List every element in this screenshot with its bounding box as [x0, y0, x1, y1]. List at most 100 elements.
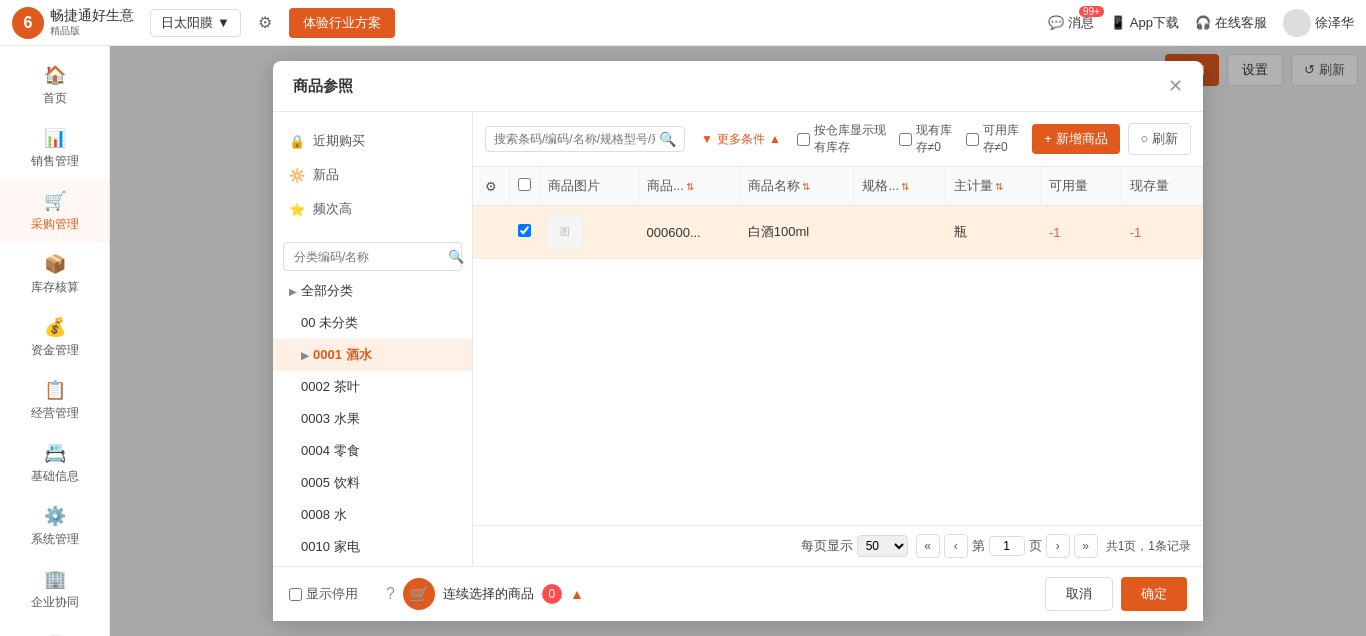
sidebar-item-inventory[interactable]: 📦 库存核算 [0, 243, 109, 306]
sidebar-item-purchase[interactable]: 🛒 采购管理 [0, 180, 109, 243]
sidebar-item-finance[interactable]: 💰 资金管理 [0, 306, 109, 369]
product-search-input[interactable] [494, 132, 655, 146]
next-page-btn[interactable]: › [1046, 534, 1070, 558]
sort-icon-spec: ⇅ [901, 181, 909, 192]
confirm-btn[interactable]: 确定 [1121, 577, 1187, 611]
first-page-btn[interactable]: « [916, 534, 940, 558]
category-appliance[interactable]: 0010 家电 [273, 531, 472, 563]
row-image: 图 [539, 206, 639, 259]
category-all-label: 全部分类 [301, 282, 353, 300]
online-service-btn[interactable]: 🎧 在线客服 [1195, 14, 1267, 32]
th-available[interactable]: 可用量 [1041, 167, 1122, 206]
prev-page-btn[interactable]: ‹ [944, 534, 968, 558]
basic-icon: 📇 [44, 442, 66, 464]
page-size-dropdown[interactable]: 50 10 20 100 [857, 535, 908, 557]
last-page-btn[interactable]: » [1074, 534, 1098, 558]
table-row[interactable]: 图 000600... 白酒100ml 瓶 -1 -1 [473, 206, 1203, 259]
sidebar-item-sales-label: 销售管理 [31, 153, 79, 170]
category-all[interactable]: ▶ 全部分类 [273, 275, 472, 307]
high-freq-item[interactable]: ⭐ 频次高 [273, 192, 472, 226]
available-filter-checkbox[interactable] [899, 133, 912, 146]
category-search-input[interactable] [294, 250, 444, 264]
usable-filter-checkbox[interactable] [966, 133, 979, 146]
usable-filter-text: 可用库存≠0 [983, 122, 1025, 156]
category-beverage[interactable]: 0005 饮料 [273, 467, 472, 499]
headset-icon: 🎧 [1195, 15, 1211, 30]
category-snack-label: 0004 零食 [301, 442, 360, 460]
category-fruit-label: 0003 水果 [301, 410, 360, 428]
gear-icon[interactable]: ⚙ [249, 7, 281, 39]
sidebar-item-guide[interactable]: 📖 新手引导 [0, 621, 109, 636]
cancel-btn[interactable]: 取消 [1045, 577, 1113, 611]
app-download-btn[interactable]: 📱 App下载 [1110, 14, 1179, 32]
warehouse-filter-text: 按仓库显示现有库存 [814, 122, 891, 156]
category-tea[interactable]: 0002 茶叶 [273, 371, 472, 403]
pagination-bar: 每页显示 50 10 20 100 « ‹ [473, 525, 1203, 566]
recent-purchase-icon: 🔒 [289, 134, 305, 149]
category-snack[interactable]: 0004 零食 [273, 435, 472, 467]
sidebar-item-business[interactable]: 📋 经营管理 [0, 369, 109, 432]
purchase-icon: 🛒 [44, 190, 66, 212]
logo-icon: 6 [12, 7, 44, 39]
product-thumbnail: 图 [547, 214, 583, 250]
sidebar-item-purchase-label: 采购管理 [31, 216, 79, 233]
online-service-label: 在线客服 [1215, 14, 1267, 32]
sidebar-item-finance-label: 资金管理 [31, 342, 79, 359]
experience-btn[interactable]: 体验行业方案 [289, 8, 395, 38]
filter-btn[interactable]: ▼ 更多条件 ▲ [693, 127, 789, 152]
sidebar-item-sales[interactable]: 📊 销售管理 [0, 117, 109, 180]
sidebar-item-home[interactable]: 🏠 首页 [0, 54, 109, 117]
page-number-input[interactable] [989, 536, 1025, 556]
new-product-item[interactable]: 🔆 新品 [273, 158, 472, 192]
phone-icon: 📱 [1110, 15, 1126, 30]
new-product-icon: 🔆 [289, 168, 305, 183]
th-stock[interactable]: 现存量 [1122, 167, 1203, 206]
product-reference-dialog: 商品参照 ✕ 🔒 近期购买 🔆 [273, 61, 1203, 621]
sidebar-item-basic[interactable]: 📇 基础信息 [0, 432, 109, 495]
row-code: 000600... [639, 206, 740, 259]
available-filter-label[interactable]: 现有库存≠0 [899, 122, 958, 156]
category-unclassified-label: 00 未分类 [301, 314, 358, 332]
close-icon[interactable]: ✕ [1168, 75, 1183, 97]
app-download-label: App下载 [1130, 14, 1179, 32]
cart-icon[interactable]: 🛒 [403, 578, 435, 610]
footer-cart: ? 🛒 连续选择的商品 0 ▲ [386, 578, 584, 610]
category-fruit[interactable]: 0003 水果 [273, 403, 472, 435]
th-spec[interactable]: 规格...⇅ [854, 167, 946, 206]
th-name[interactable]: 商品名称⇅ [740, 167, 854, 206]
sidebar-item-enterprise[interactable]: 🏢 企业协同 [0, 558, 109, 621]
table-header-row: ⚙ 商品图片 商品...⇅ 商品名称⇅ 规格...⇅ 主计量⇅ 可用量 现存量 [473, 167, 1203, 206]
message-icon: 💬 [1048, 15, 1064, 30]
user-menu[interactable]: 徐泽华 [1283, 9, 1354, 37]
show-disabled-checkbox[interactable] [289, 588, 302, 601]
select-all-checkbox[interactable] [518, 178, 531, 191]
logo-title: 畅捷通好生意 [50, 7, 134, 24]
category-water[interactable]: 0008 水 [273, 499, 472, 531]
usable-filter-label[interactable]: 可用库存≠0 [966, 122, 1025, 156]
show-disabled-label[interactable]: 显示停用 [289, 585, 358, 603]
left-panel: 🔒 近期购买 🔆 新品 ⭐ 频次高 [273, 112, 473, 566]
branch-select[interactable]: 日太阳膜 ▼ [150, 9, 241, 37]
recent-purchase-item[interactable]: 🔒 近期购买 [273, 124, 472, 158]
th-code[interactable]: 商品...⇅ [639, 167, 740, 206]
avatar [1283, 9, 1311, 37]
refresh-btn[interactable]: ○ 刷新 [1128, 123, 1191, 155]
dialog-body: 🔒 近期购买 🔆 新品 ⭐ 频次高 [273, 112, 1203, 566]
finance-icon: 💰 [44, 316, 66, 338]
category-tea-label: 0002 茶叶 [301, 378, 360, 396]
sidebar-item-system[interactable]: ⚙️ 系统管理 [0, 495, 109, 558]
help-icon[interactable]: ? [386, 585, 395, 603]
messages-btn[interactable]: 💬 消息 99+ [1048, 14, 1094, 32]
footer-right: 取消 确定 [1045, 577, 1187, 611]
row-checkbox[interactable] [518, 224, 531, 237]
row-stock: -1 [1122, 206, 1203, 259]
category-search-box: 🔍 [283, 242, 462, 271]
warehouse-filter-label[interactable]: 按仓库显示现有库存 [797, 122, 891, 156]
th-unit[interactable]: 主计量⇅ [946, 167, 1041, 206]
add-product-btn[interactable]: + 新增商品 [1032, 124, 1119, 154]
logo-area: 6 畅捷通好生意 精品版 [12, 7, 134, 39]
collapse-arrow-icon[interactable]: ▲ [570, 586, 584, 602]
warehouse-filter-checkbox[interactable] [797, 133, 810, 146]
category-liquor[interactable]: ▶ 0001 酒水 [273, 339, 472, 371]
category-unclassified[interactable]: 00 未分类 [273, 307, 472, 339]
